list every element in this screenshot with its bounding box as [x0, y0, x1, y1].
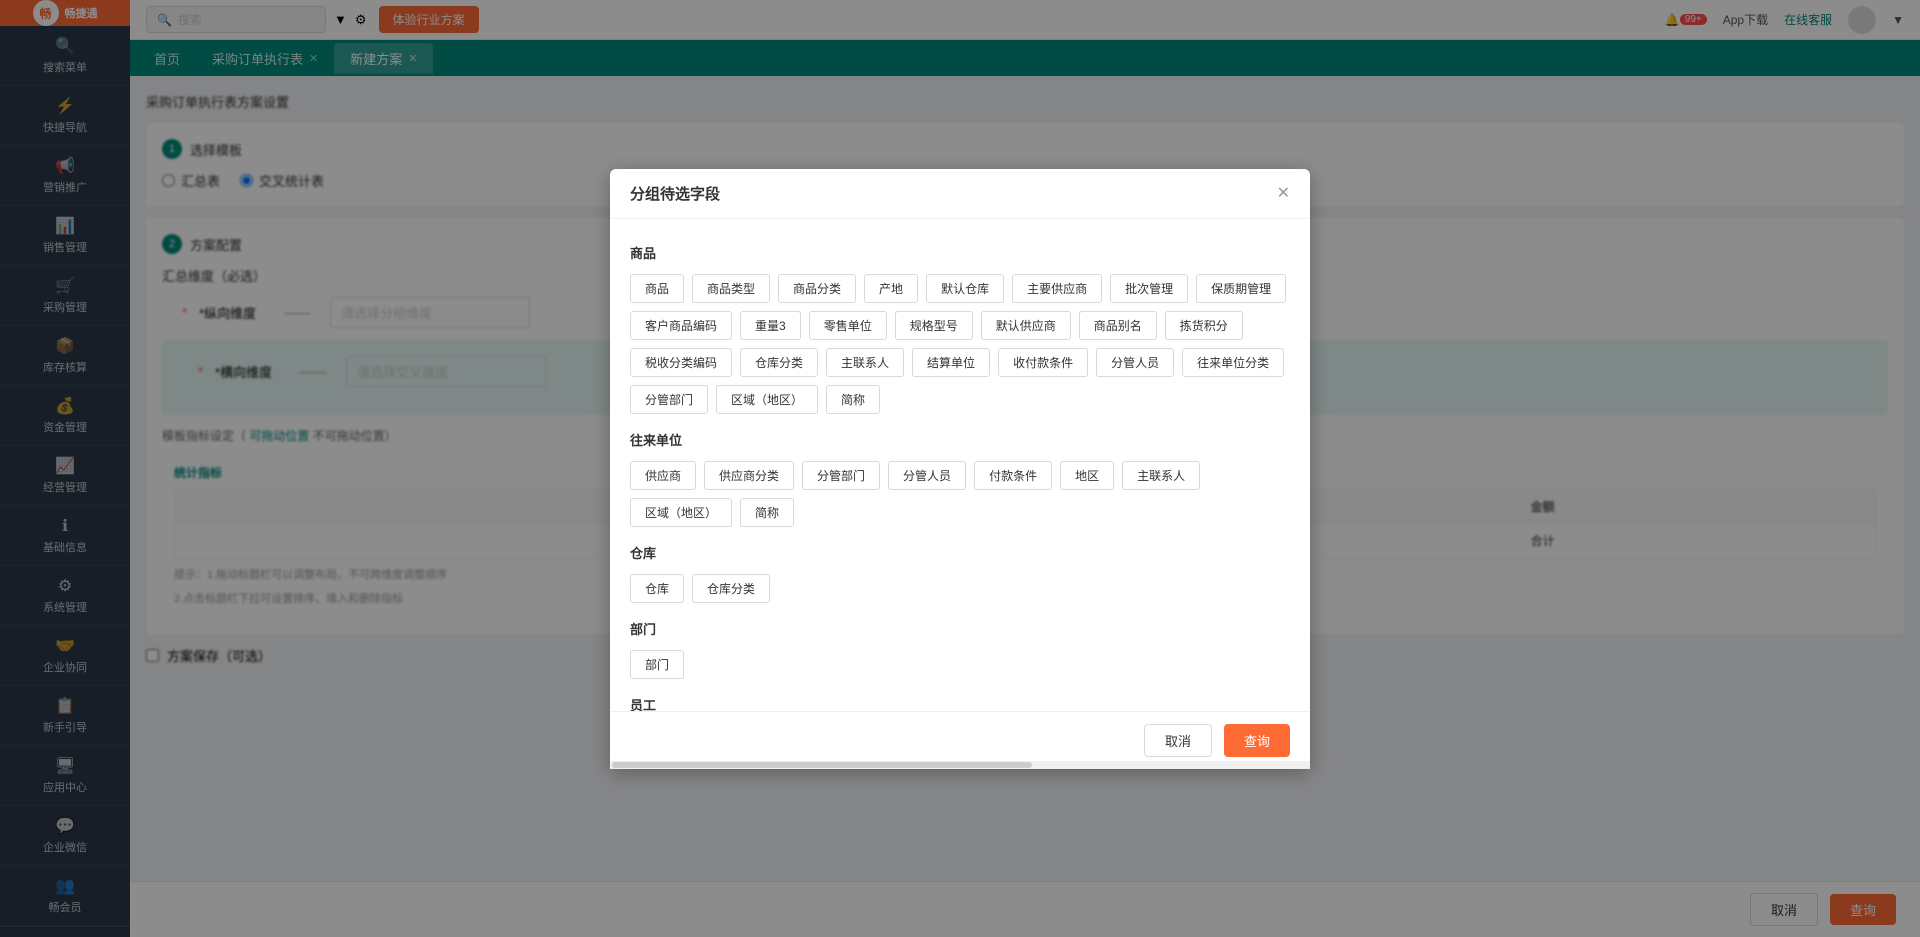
- field-tag-warehouse-cat[interactable]: 仓库分类: [692, 574, 770, 603]
- field-tag-manager-partner[interactable]: 分管人员: [888, 461, 966, 490]
- field-tag-dept-partner[interactable]: 分管部门: [802, 461, 880, 490]
- field-tag-retail-unit[interactable]: 零售单位: [809, 311, 887, 340]
- field-grid-warehouse: 仓库 仓库分类: [630, 574, 1290, 603]
- field-tag-warehouse[interactable]: 仓库: [630, 574, 684, 603]
- field-tag-short-name-goods[interactable]: 简称: [826, 385, 880, 414]
- field-tag-payment-terms[interactable]: 收付款条件: [998, 348, 1088, 377]
- field-tag-goods-type[interactable]: 商品类型: [692, 274, 770, 303]
- field-tag-tax-code[interactable]: 税收分类编码: [630, 348, 732, 377]
- modal-body: 商品 商品 商品类型 商品分类 产地 默认仓库 主要供应商 批次管理 保质期管理…: [610, 219, 1310, 711]
- field-grid-goods: 商品 商品类型 商品分类 产地 默认仓库 主要供应商 批次管理 保质期管理 客户…: [630, 274, 1290, 414]
- field-tag-region-goods[interactable]: 区域（地区）: [716, 385, 818, 414]
- section-title-staff: 员工: [630, 695, 1290, 711]
- modal-overlay: 分组待选字段 ✕ 商品 商品 商品类型 商品分类 产地 默认仓库 主要供应商 批…: [0, 0, 1920, 937]
- field-tag-supplier[interactable]: 供应商: [630, 461, 696, 490]
- section-title-goods: 商品: [630, 243, 1290, 262]
- field-tag-customer-code[interactable]: 客户商品编码: [630, 311, 732, 340]
- field-tag-partner-type[interactable]: 往来单位分类: [1182, 348, 1284, 377]
- field-tag-default-warehouse[interactable]: 默认仓库: [926, 274, 1004, 303]
- field-tag-batch-mgmt[interactable]: 批次管理: [1110, 274, 1188, 303]
- modal-title: 分组待选字段: [630, 183, 720, 204]
- modal-confirm-btn[interactable]: 查询: [1224, 724, 1290, 757]
- modal-header: 分组待选字段 ✕: [610, 169, 1310, 219]
- field-tag-contact[interactable]: 主联系人: [826, 348, 904, 377]
- field-tag-pay-terms[interactable]: 付款条件: [974, 461, 1052, 490]
- field-tag-settlement-unit[interactable]: 结算单位: [912, 348, 990, 377]
- field-tag-main-supplier[interactable]: 主要供应商: [1012, 274, 1102, 303]
- field-tag-manager[interactable]: 分管人员: [1096, 348, 1174, 377]
- field-tag-goods[interactable]: 商品: [630, 274, 684, 303]
- field-select-modal: 分组待选字段 ✕ 商品 商品 商品类型 商品分类 产地 默认仓库 主要供应商 批…: [610, 169, 1310, 769]
- field-tag-area[interactable]: 地区: [1060, 461, 1114, 490]
- section-title-warehouse: 仓库: [630, 543, 1290, 562]
- field-tag-weight3[interactable]: 重量3: [740, 311, 801, 340]
- field-tag-expiry[interactable]: 保质期管理: [1196, 274, 1286, 303]
- field-grid-partner: 供应商 供应商分类 分管部门 分管人员 付款条件 地区 主联系人 区域（地区） …: [630, 461, 1290, 527]
- modal-close-icon[interactable]: ✕: [1277, 183, 1290, 203]
- scrollbar-thumb: [612, 762, 1032, 768]
- field-grid-dept: 部门: [630, 650, 1290, 679]
- modal-cancel-btn[interactable]: 取消: [1144, 724, 1212, 757]
- section-title-dept: 部门: [630, 619, 1290, 638]
- field-tag-short-name-partner[interactable]: 简称: [740, 498, 794, 527]
- field-tag-default-supplier[interactable]: 默认供应商: [981, 311, 1071, 340]
- field-tag-supplier-category[interactable]: 供应商分类: [704, 461, 794, 490]
- field-tag-warehouse-category[interactable]: 仓库分类: [740, 348, 818, 377]
- field-tag-dept[interactable]: 分管部门: [630, 385, 708, 414]
- modal-horizontal-scrollbar[interactable]: [610, 761, 1310, 769]
- field-tag-pick-score[interactable]: 拣货积分: [1165, 311, 1243, 340]
- field-tag-goods-category[interactable]: 商品分类: [778, 274, 856, 303]
- field-tag-department[interactable]: 部门: [630, 650, 684, 679]
- field-tag-origin[interactable]: 产地: [864, 274, 918, 303]
- section-title-partner: 往来单位: [630, 430, 1290, 449]
- field-tag-main-contact[interactable]: 主联系人: [1122, 461, 1200, 490]
- field-tag-alias[interactable]: 商品别名: [1079, 311, 1157, 340]
- field-tag-spec-model[interactable]: 规格型号: [895, 311, 973, 340]
- field-tag-region-partner[interactable]: 区域（地区）: [630, 498, 732, 527]
